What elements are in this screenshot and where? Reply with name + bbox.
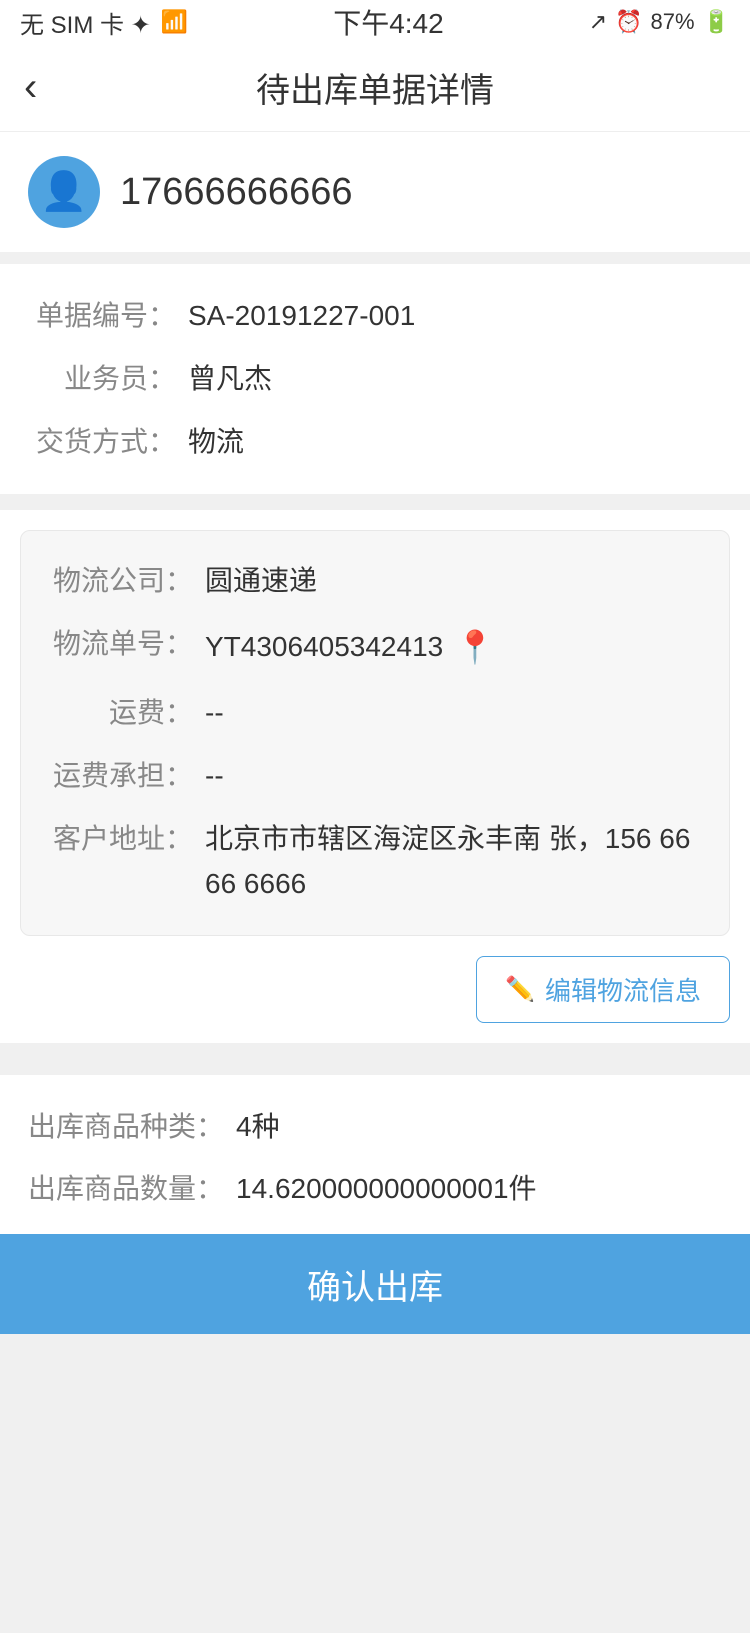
- logistics-company-row: 物流公司： 圆通速递: [45, 559, 705, 604]
- dashed-divider: [0, 252, 750, 264]
- confirm-btn-wrapper: 确认出库: [0, 1234, 750, 1334]
- tracking-location-icon[interactable]: 📍: [455, 622, 495, 673]
- battery-level: 87%: [651, 9, 695, 35]
- avatar: 👤: [28, 156, 100, 228]
- freight-label: 运费：: [45, 691, 205, 736]
- document-number-row: 单据编号： SA-20191227-001: [28, 294, 722, 339]
- wifi-icon: 📶: [161, 9, 188, 35]
- logistics-company-value: 圆通速递: [205, 559, 705, 604]
- battery-icon: 🔋: [703, 9, 730, 35]
- edit-logistics-area: ✏️ 编辑物流信息: [0, 956, 750, 1023]
- goods-types-label: 出库商品种类：: [28, 1105, 236, 1150]
- goods-types-value: 4种: [236, 1105, 722, 1150]
- customer-phone: 17666666666: [120, 171, 352, 214]
- status-left: 无 SIM 卡 ✦ 📶: [20, 5, 188, 40]
- document-number-value: SA-20191227-001: [188, 294, 722, 339]
- address-value: 北京市市辖区海淀区永丰南 张，156 6666 6666: [205, 817, 705, 907]
- goods-quantity-value: 14.620000000000001件: [236, 1167, 722, 1212]
- nav-bar: ‹ 待出库单据详情: [0, 44, 750, 132]
- salesman-label: 业务员：: [28, 357, 188, 402]
- address-row: 客户地址： 北京市市辖区海淀区永丰南 张，156 6666 6666: [45, 817, 705, 907]
- confirm-outbound-button[interactable]: 确认出库: [307, 1260, 443, 1309]
- document-number-label: 单据编号：: [28, 294, 188, 339]
- sim-status: 无 SIM 卡 ✦: [20, 5, 151, 40]
- avatar-icon: 👤: [40, 170, 87, 214]
- salesman-row: 业务员： 曾凡杰: [28, 357, 722, 402]
- back-button[interactable]: ‹: [24, 65, 37, 110]
- freight-value: --: [205, 691, 705, 736]
- status-right: ↗ ⏰ 87% 🔋: [589, 9, 730, 35]
- address-label: 客户地址：: [45, 817, 205, 862]
- alarm-icon: ⏰: [615, 9, 642, 35]
- delivery-method-value: 物流: [188, 420, 722, 465]
- edit-logistics-label: 编辑物流信息: [545, 971, 701, 1008]
- delivery-method-label: 交货方式：: [28, 420, 188, 465]
- page-title: 待出库单据详情: [256, 63, 494, 112]
- status-bar: 无 SIM 卡 ✦ 📶 下午4:42 ↗ ⏰ 87% 🔋: [0, 0, 750, 44]
- logistics-company-label: 物流公司：: [45, 559, 205, 604]
- status-time: 下午4:42: [333, 2, 444, 42]
- freight-bearer-label: 运费承担：: [45, 754, 205, 799]
- section-divider: [0, 1059, 750, 1075]
- edit-icon: ✏️: [505, 975, 535, 1004]
- tracking-row: 物流单号： YT4306405342413 📍: [45, 622, 705, 673]
- tracking-label: 物流单号：: [45, 622, 205, 667]
- goods-types-row: 出库商品种类： 4种: [28, 1105, 722, 1150]
- tracking-value: YT4306405342413 📍: [205, 622, 705, 673]
- order-info-section: 单据编号： SA-20191227-001 业务员： 曾凡杰 交货方式： 物流: [0, 264, 750, 494]
- goods-quantity-label: 出库商品数量：: [28, 1167, 236, 1212]
- freight-bearer-row: 运费承担： --: [45, 754, 705, 799]
- location-status-icon: ↗: [589, 9, 607, 35]
- salesman-value: 曾凡杰: [188, 357, 722, 402]
- bottom-spacer: [0, 1333, 750, 1533]
- delivery-method-row: 交货方式： 物流: [28, 420, 722, 465]
- customer-header: 👤 17666666666: [0, 132, 750, 252]
- freight-bearer-value: --: [205, 754, 705, 799]
- logistics-card: 物流公司： 圆通速递 物流单号： YT4306405342413 📍 运费： -…: [20, 530, 730, 935]
- goods-quantity-row: 出库商品数量： 14.620000000000001件: [28, 1167, 722, 1212]
- tracking-number: YT4306405342413: [205, 625, 443, 670]
- edit-logistics-button[interactable]: ✏️ 编辑物流信息: [476, 956, 730, 1023]
- freight-row: 运费： --: [45, 691, 705, 736]
- logistics-section: 物流公司： 圆通速递 物流单号： YT4306405342413 📍 运费： -…: [0, 510, 750, 1042]
